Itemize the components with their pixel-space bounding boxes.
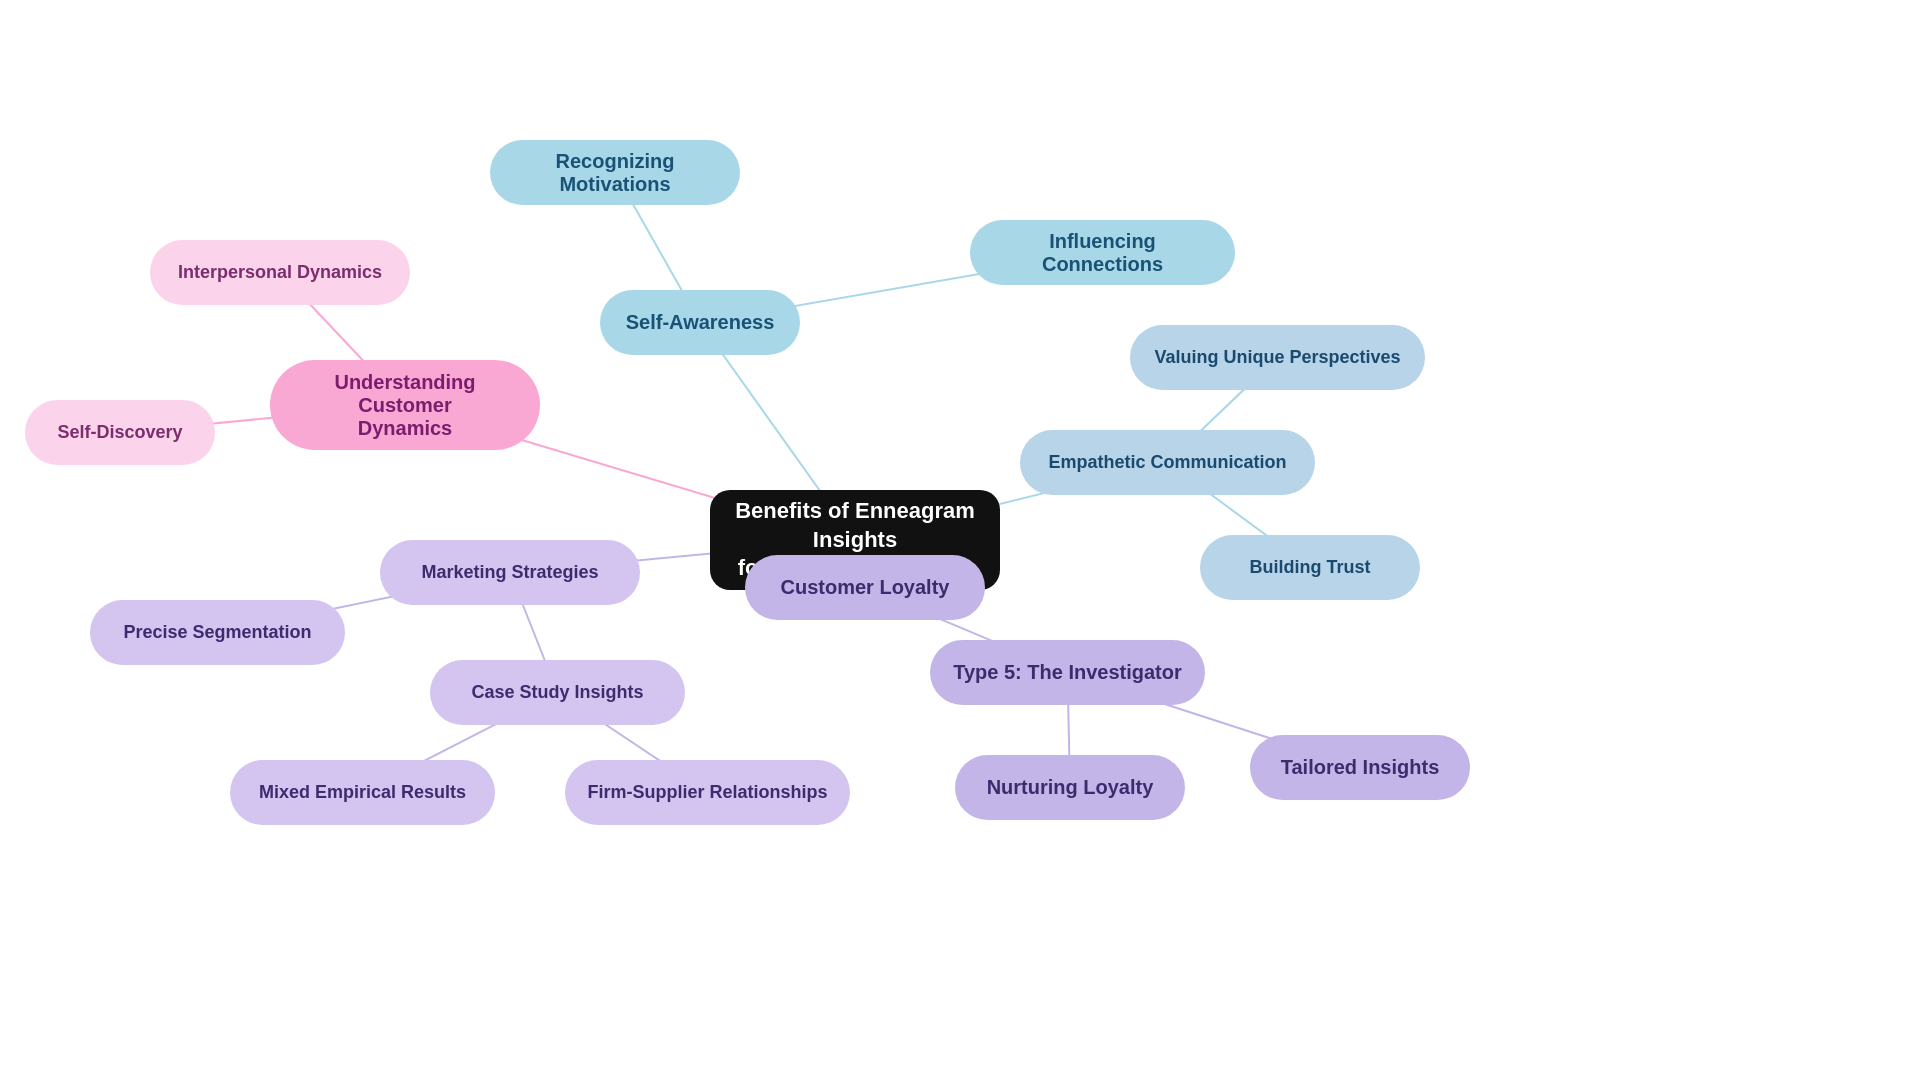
node-tailored-insights: Tailored Insights [1250,735,1470,800]
self-discovery-label: Self-Discovery [57,422,182,443]
node-case-study-insights: Case Study Insights [430,660,685,725]
node-marketing-strategies: Marketing Strategies [380,540,640,605]
node-building-trust: Building Trust [1200,535,1420,600]
building-trust-label: Building Trust [1250,557,1371,578]
marketing-strategies-label: Marketing Strategies [421,562,598,583]
mixed-empirical-label: Mixed Empirical Results [259,782,466,803]
node-influencing-connections: Influencing Connections [970,220,1235,285]
recognizing-motivations-label: Recognizing Motivations [512,150,718,196]
node-recognizing-motivations: Recognizing Motivations [490,140,740,205]
node-customer-loyalty: Customer Loyalty [745,555,985,620]
node-interpersonal-dynamics: Interpersonal Dynamics [150,240,410,305]
case-study-insights-label: Case Study Insights [471,682,643,703]
node-self-awareness: Self-Awareness [600,290,800,355]
understanding-customer-label: Understanding Customer Dynamics [292,371,518,440]
influencing-connections-label: Influencing Connections [992,230,1213,276]
nurturing-loyalty-label: Nurturing Loyalty [987,776,1154,799]
node-mixed-empirical: Mixed Empirical Results [230,760,495,825]
self-awareness-label: Self-Awareness [626,311,775,334]
node-nurturing-loyalty: Nurturing Loyalty [955,755,1185,820]
precise-segmentation-label: Precise Segmentation [123,622,311,643]
interpersonal-dynamics-label: Interpersonal Dynamics [178,262,382,283]
node-type5: Type 5: The Investigator [930,640,1205,705]
node-firm-supplier: Firm-Supplier Relationships [565,760,850,825]
valuing-unique-label: Valuing Unique Perspectives [1154,347,1400,368]
node-valuing-unique: Valuing Unique Perspectives [1130,325,1425,390]
customer-loyalty-label: Customer Loyalty [781,576,950,599]
node-empathetic-communication: Empathetic Communication [1020,430,1315,495]
type5-label: Type 5: The Investigator [953,661,1182,684]
node-self-discovery: Self-Discovery [25,400,215,465]
node-understanding-customer: Understanding Customer Dynamics [270,360,540,450]
node-precise-segmentation: Precise Segmentation [90,600,345,665]
tailored-insights-label: Tailored Insights [1281,756,1440,779]
empathetic-communication-label: Empathetic Communication [1048,452,1286,473]
firm-supplier-label: Firm-Supplier Relationships [587,782,827,803]
